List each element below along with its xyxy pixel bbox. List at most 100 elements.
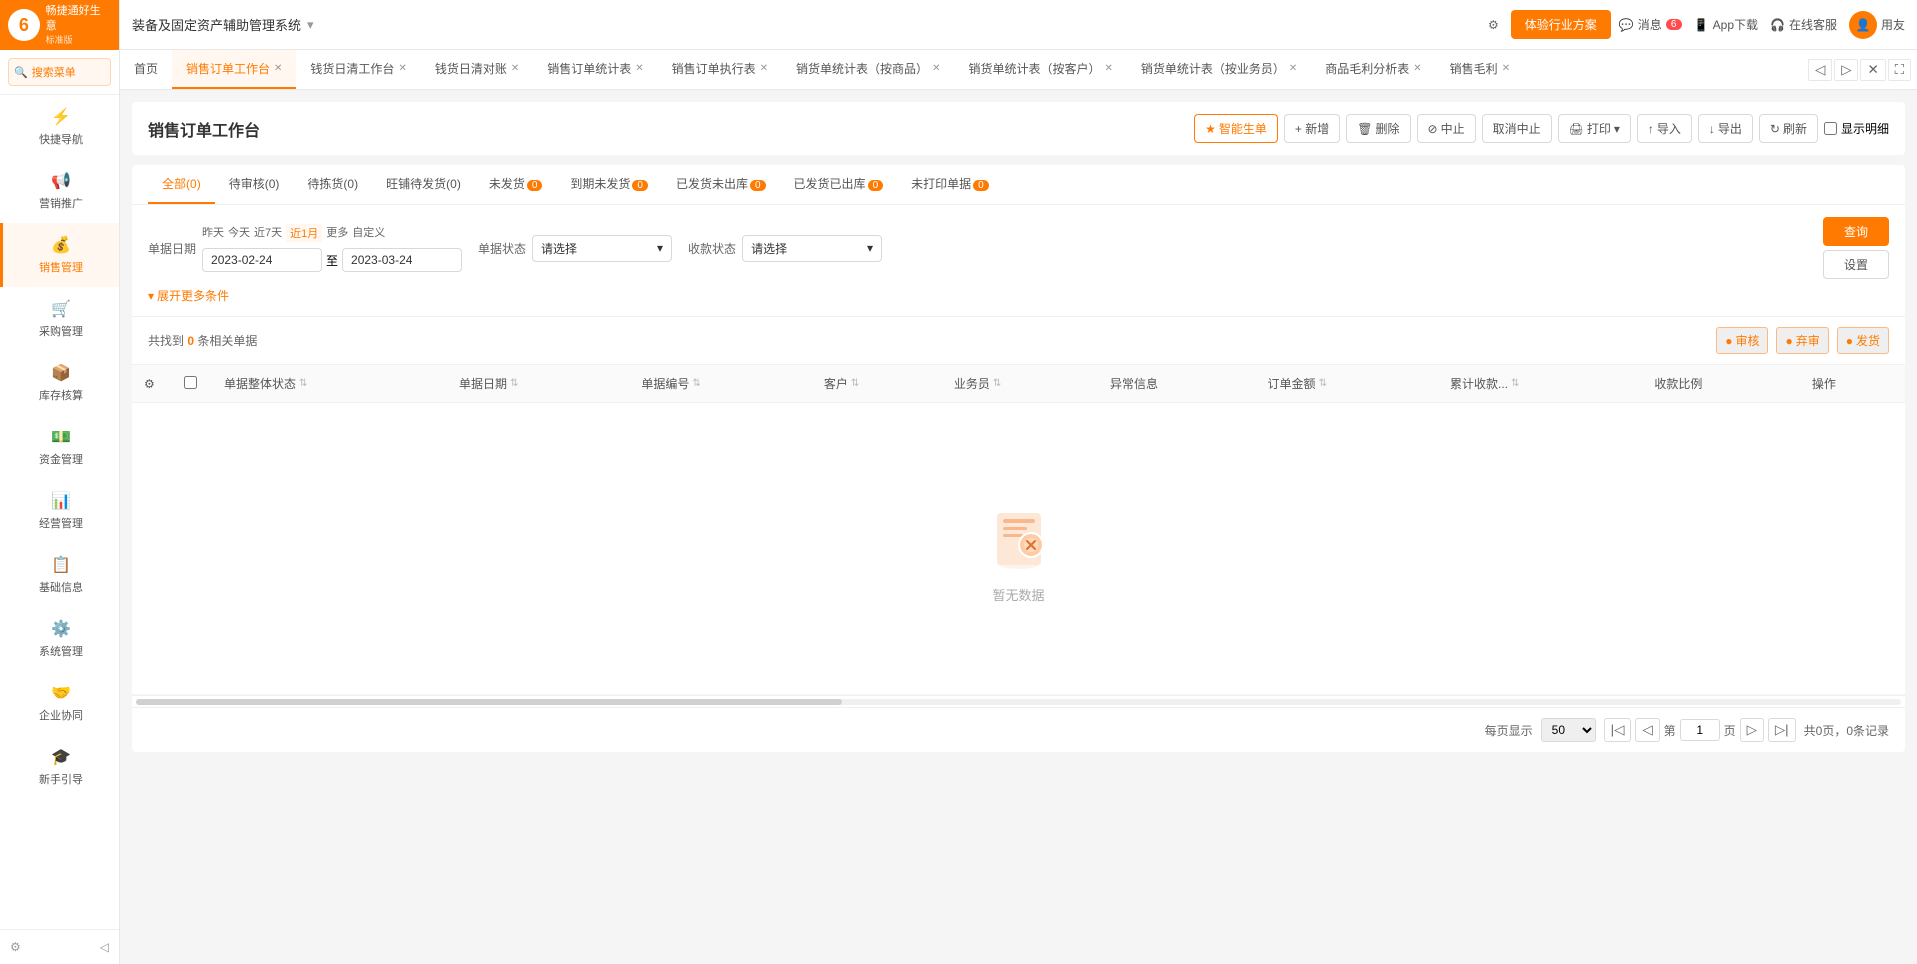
message-button[interactable]: 💬 消息 6 — [1619, 16, 1682, 33]
sidebar-item-sales[interactable]: 💰 销售管理 — [0, 223, 119, 287]
smart-order-button[interactable]: ★ 智能生单 — [1194, 114, 1278, 143]
import-button[interactable]: ↑ 导入 — [1637, 114, 1692, 143]
tab-sales-order-stat[interactable]: 销售订单统计表 ✕ — [533, 50, 657, 89]
tab-close-sales-order-exec[interactable]: ✕ — [760, 63, 768, 74]
tabs-next-button[interactable]: ▷ — [1834, 59, 1858, 81]
first-page-button[interactable]: |◁ — [1604, 718, 1632, 742]
solution-button[interactable]: 体验行业方案 — [1511, 10, 1611, 39]
tab-sales-order-workbench[interactable]: 销售订单工作台 ✕ — [172, 50, 296, 89]
tab-close-sales-stat-product[interactable]: ✕ — [932, 63, 940, 74]
tab-sales-stat-customer[interactable]: 销货单统计表（按客户） ✕ — [954, 50, 1126, 89]
col-staff[interactable]: 业务员 ⇅ — [942, 365, 1098, 403]
filter-tab-pending-review[interactable]: 待审核(0) — [215, 165, 294, 204]
stop-button[interactable]: ⊘ 中止 — [1417, 114, 1476, 143]
tab-close-cash-daily[interactable]: ✕ — [398, 63, 406, 74]
cancel-review-icon: ● — [1785, 334, 1792, 348]
sidebar-item-marketing[interactable]: 📢 营销推广 — [0, 159, 119, 223]
filter-tab-all[interactable]: 全部(0) — [148, 165, 215, 204]
review-button[interactable]: ● 审核 — [1716, 327, 1768, 354]
last-page-button[interactable]: ▷| — [1768, 718, 1796, 742]
refresh-button[interactable]: ↻ 刷新 — [1759, 114, 1818, 143]
date-from-input[interactable] — [202, 248, 322, 272]
delete-button[interactable]: 🗑 删除 — [1346, 114, 1410, 143]
tab-close-sales-stat-customer[interactable]: ✕ — [1104, 63, 1112, 74]
show-detail-checkbox[interactable] — [1824, 122, 1837, 135]
tabs-fullscreen-button[interactable]: ⛶ — [1888, 59, 1911, 81]
cancel-stop-button[interactable]: 取消中止 — [1482, 114, 1552, 143]
filter-tab-not-shipped[interactable]: 未发货0 — [475, 165, 557, 204]
print-button[interactable]: 🖨 打印 ▾ — [1558, 114, 1631, 143]
search-menu-button[interactable]: 🔍 搜索菜单 — [8, 58, 111, 86]
sidebar-item-quick-nav[interactable]: ⚡ 快捷导航 — [0, 95, 119, 159]
sidebar-item-basic-info[interactable]: 📋 基础信息 — [0, 543, 119, 607]
tab-sales-stat-staff[interactable]: 销货单统计表（按业务员） ✕ — [1127, 50, 1311, 89]
sidebar-item-inventory[interactable]: 📦 库存核算 — [0, 351, 119, 415]
page-input[interactable] — [1680, 719, 1720, 741]
sidebar-item-finance[interactable]: 💵 资金管理 — [0, 415, 119, 479]
query-button[interactable]: 查询 — [1823, 217, 1889, 246]
col-settings-icon[interactable]: ⚙ — [144, 377, 155, 391]
sidebar-item-purchase[interactable]: 🛒 采购管理 — [0, 287, 119, 351]
shortcut-more[interactable]: 更多 — [326, 224, 348, 242]
filter-tab-not-printed[interactable]: 未打印单据0 — [897, 165, 1003, 204]
tab-close-product-margin[interactable]: ✕ — [1413, 63, 1421, 74]
show-detail-toggle[interactable]: 显示明细 — [1824, 120, 1889, 137]
col-date[interactable]: 单据日期 ⇅ — [447, 365, 629, 403]
shortcut-today[interactable]: 今天 — [228, 224, 250, 242]
tab-home[interactable]: 首页 — [120, 50, 172, 89]
shortcut-1month[interactable]: 近1月 — [286, 224, 322, 242]
tab-close-sales-profit[interactable]: ✕ — [1502, 63, 1510, 74]
select-all-checkbox[interactable] — [184, 376, 197, 389]
filter-tab-shipped-not-out[interactable]: 已发货未出库0 — [662, 165, 780, 204]
collapse-icon[interactable]: ◁ — [100, 940, 109, 954]
tab-close-sales-order-workbench[interactable]: ✕ — [274, 63, 282, 74]
shortcut-yesterday[interactable]: 昨天 — [202, 224, 224, 242]
shortcut-custom[interactable]: 自定义 — [352, 224, 385, 242]
tab-cash-daily[interactable]: 钱货日清工作台 ✕ — [296, 50, 420, 89]
tab-product-margin[interactable]: 商品毛利分析表 ✕ — [1311, 50, 1435, 89]
tab-sales-order-exec[interactable]: 销售订单执行表 ✕ — [658, 50, 782, 89]
filter-tab-overdue-not-shipped[interactable]: 到期未发货0 — [556, 165, 662, 204]
col-collected[interactable]: 累计收款... ⇅ — [1438, 365, 1642, 403]
col-number[interactable]: 单据编号 ⇅ — [629, 365, 811, 403]
online-service-button[interactable]: 🎧 在线客服 — [1770, 16, 1837, 33]
horizontal-scrollbar[interactable] — [132, 695, 1905, 707]
tabs-prev-button[interactable]: ◁ — [1808, 59, 1832, 81]
col-customer[interactable]: 客户 ⇅ — [812, 365, 942, 403]
filter-tab-pending-pickup[interactable]: 待拣货(0) — [293, 165, 372, 204]
shortcut-7days[interactable]: 近7天 — [254, 224, 282, 242]
settings-button[interactable]: ⚙ — [1484, 14, 1503, 36]
expand-conditions-button[interactable]: ▾ 展开更多条件 — [148, 287, 1889, 304]
refresh-icon: ↻ — [1770, 122, 1780, 136]
user-menu[interactable]: 👤 用友 — [1849, 11, 1905, 39]
sidebar-item-guide[interactable]: 🎓 新手引导 — [0, 735, 119, 799]
set-button[interactable]: 设置 — [1823, 250, 1889, 279]
page-size-select[interactable]: 20 50 100 — [1541, 718, 1596, 742]
col-amount[interactable]: 订单金额 ⇅ — [1256, 365, 1438, 403]
add-button[interactable]: + 新增 — [1284, 114, 1340, 143]
settings-icon[interactable]: ⚙ — [10, 940, 21, 954]
tab-close-cash-account[interactable]: ✕ — [511, 63, 519, 74]
tab-close-sales-stat-staff[interactable]: ✕ — [1289, 63, 1297, 74]
sidebar-item-system[interactable]: ⚙️ 系统管理 — [0, 607, 119, 671]
ship-button[interactable]: ● 发货 — [1837, 327, 1889, 354]
app-download-button[interactable]: 📱 App下载 — [1694, 16, 1758, 33]
tab-sales-stat-product[interactable]: 销货单统计表（按商品） ✕ — [782, 50, 954, 89]
tab-cash-account[interactable]: 钱货日清对账 ✕ — [421, 50, 533, 89]
col-status[interactable]: 单据整体状态 ⇅ — [212, 365, 447, 403]
export-button[interactable]: ↓ 导出 — [1698, 114, 1753, 143]
tabs-close-all-button[interactable]: ✕ — [1860, 59, 1885, 81]
tab-sales-profit[interactable]: 销售毛利 ✕ — [1436, 50, 1524, 89]
sidebar-item-operation[interactable]: 📊 经营管理 — [0, 479, 119, 543]
next-page-button[interactable]: ▷ — [1740, 718, 1764, 742]
date-to-input[interactable] — [342, 248, 462, 272]
tab-close-sales-order-stat[interactable]: ✕ — [635, 63, 643, 74]
filter-tab-shipped-out[interactable]: 已发货已出库0 — [780, 165, 898, 204]
filter-tab-wangpu-pending[interactable]: 旺铺待发货(0) — [372, 165, 475, 204]
cancel-review-button[interactable]: ● 弃审 — [1776, 327, 1828, 354]
status-select[interactable]: 请选择 ▾ — [532, 235, 672, 262]
payment-select[interactable]: 请选择 ▾ — [742, 235, 882, 262]
prev-page-button[interactable]: ◁ — [1635, 718, 1659, 742]
scrollbar-thumb[interactable] — [136, 699, 842, 705]
sidebar-item-enterprise[interactable]: 🤝 企业协同 — [0, 671, 119, 735]
